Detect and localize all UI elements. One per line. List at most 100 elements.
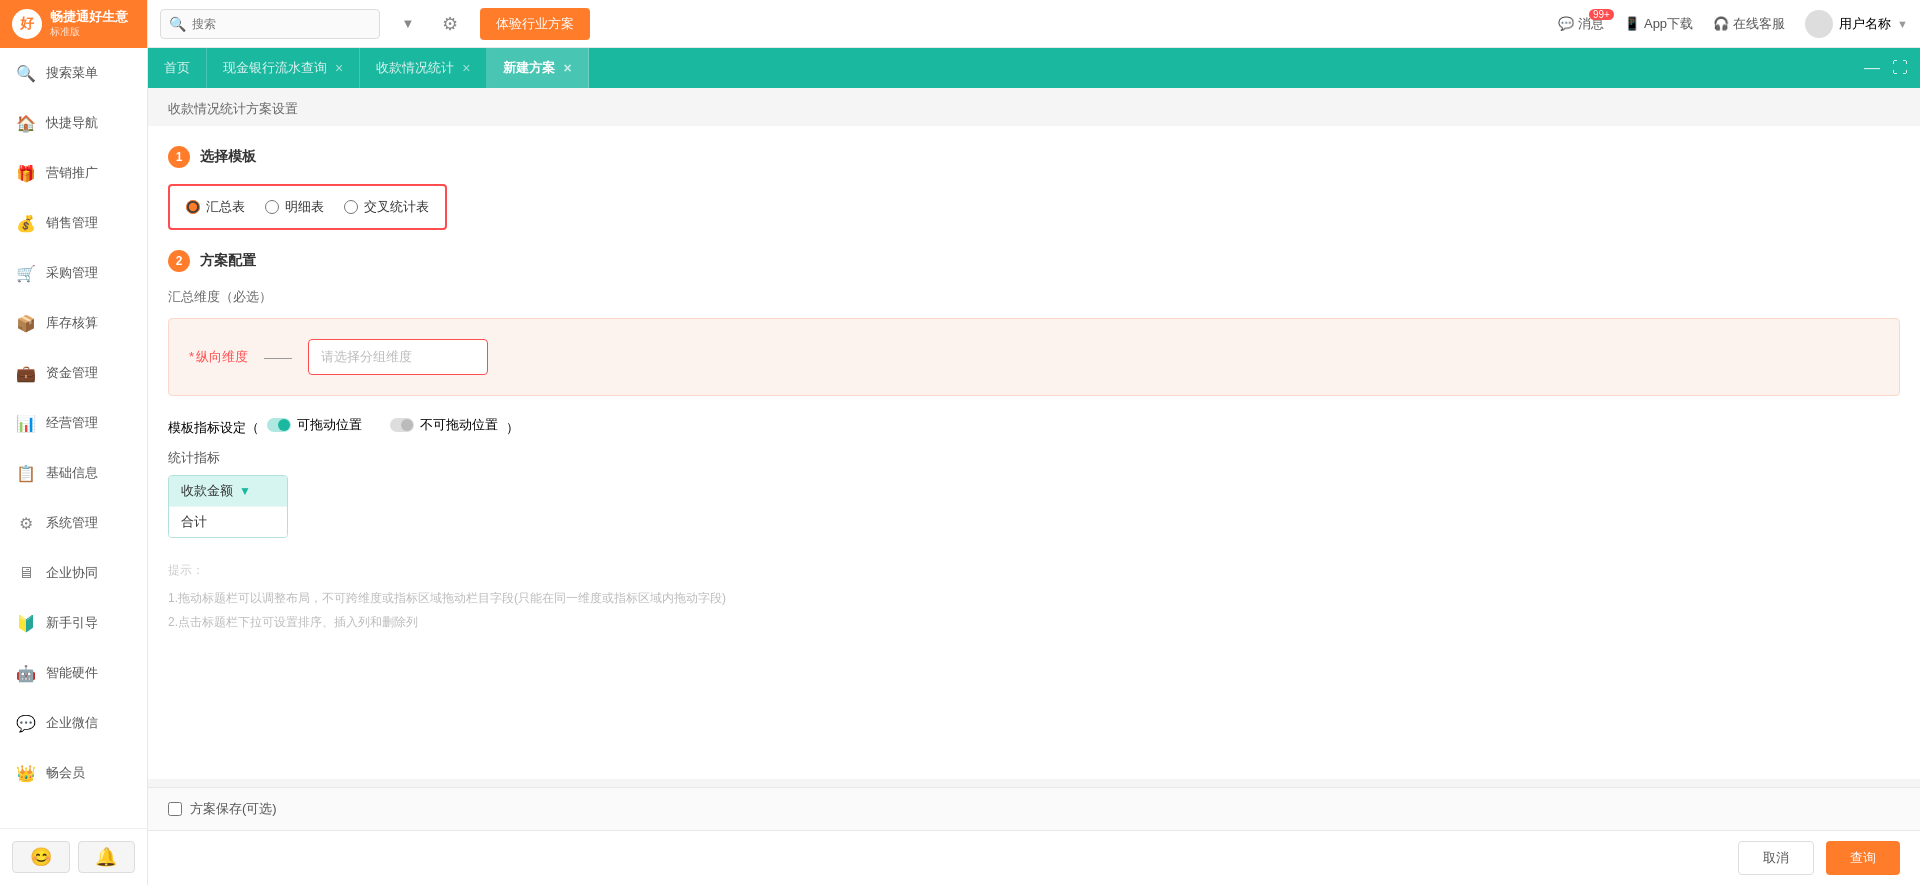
main-area: 🔍 ▼ ⚙ 体验行业方案 💬 消息 99+ 📱 App下载 🎧 在线客服 用户名… [148,0,1920,885]
user-menu[interactable]: 用户名称 ▼ [1805,10,1908,38]
tab-bank-flow-label: 现金银行流水查询 [223,59,327,77]
tab-minimize-icon[interactable]: — [1864,59,1880,77]
sidebar-item-finance[interactable]: 💼 资金管理 [0,348,147,398]
online-service-btn[interactable]: 🎧 在线客服 [1713,15,1785,33]
sidebar-item-label: 资金管理 [46,364,98,382]
breadcrumb: 收款情况统计方案设置 [168,101,298,116]
user-dropdown-icon: ▼ [1897,18,1908,30]
hint-item-2: 2.点击标题栏下拉可设置排序、插入列和删除列 [168,610,1900,634]
radio-summary-input[interactable] [186,200,200,214]
topbar: 🔍 ▼ ⚙ 体验行业方案 💬 消息 99+ 📱 App下载 🎧 在线客服 用户名… [148,0,1920,48]
tab-home[interactable]: 首页 [148,48,207,88]
sidebar-item-system[interactable]: ⚙ 系统管理 [0,498,147,548]
radio-cross-input[interactable] [344,200,358,214]
query-button[interactable]: 查询 [1826,841,1900,875]
tab-maximize-icon[interactable]: ⛶ [1892,59,1908,77]
finance-icon: 💼 [16,363,36,383]
sidebar-item-search-menu[interactable]: 🔍 搜索菜单 [0,48,147,98]
dimension-picker-text: 请选择分组维度 [321,348,412,366]
section2-header: 2 方案配置 [168,250,1900,272]
tab-collection-stat[interactable]: 收款情况统计 × [360,48,487,88]
section1-title: 选择模板 [200,148,256,166]
search-icon: 🔍 [169,16,186,32]
marketing-icon: 🎁 [16,163,36,183]
radio-summary[interactable]: 汇总表 [186,198,245,216]
basic-icon: 📋 [16,463,36,483]
radio-cross[interactable]: 交叉统计表 [344,198,429,216]
search-box[interactable]: 🔍 [160,9,380,39]
logo-text-block: 畅捷通好生意 标准版 [50,9,128,40]
enterprise-icon: 🖥 [16,563,36,583]
radio-cross-label: 交叉统计表 [364,198,429,216]
metrics-col-header[interactable]: 收款金额 ▼ [169,476,287,506]
sidebar-item-label: 智能硬件 [46,664,98,682]
template-selector: 汇总表 明细表 交叉统计表 [168,184,447,230]
metrics-label: 统计指标 [168,449,1900,467]
sidebar-item-label: 搜索菜单 [46,64,98,82]
sidebar-item-operation[interactable]: 📊 经营管理 [0,398,147,448]
sidebar-item-wechat[interactable]: 💬 企业微信 [0,698,147,748]
sidebar-item-inventory[interactable]: 📦 库存核算 [0,298,147,348]
inventory-icon: 📦 [16,313,36,333]
form-area: 1 选择模板 汇总表 明细表 [148,126,1920,779]
smart-hw-icon: 🤖 [16,663,36,683]
tab-bank-flow-close[interactable]: × [335,60,343,76]
dimension-picker[interactable]: 请选择分组维度 [308,339,488,375]
message-icon: 💬 [1558,16,1574,31]
tab-bank-flow[interactable]: 现金银行流水查询 × [207,48,360,88]
hint-title: 提示： [168,558,1900,582]
sidebar-item-guide[interactable]: 🔰 新手引导 [0,598,147,648]
page-content: 收款情况统计方案设置 1 选择模板 汇总表 [148,88,1920,885]
sidebar-item-label: 企业协同 [46,564,98,582]
user-avatar [1805,10,1833,38]
action-bar: 取消 查询 [148,830,1920,885]
tab-new-plan-close[interactable]: × [563,60,571,76]
system-icon: ⚙ [16,513,36,533]
settings-icon[interactable]: ⚙ [436,10,464,38]
app-download-icon: 📱 [1624,16,1640,31]
sidebar-bottom-btn1[interactable]: 😊 [12,841,70,873]
tab-collection-stat-close[interactable]: × [462,60,470,76]
sidebar-item-sales[interactable]: 💰 销售管理 [0,198,147,248]
tab-home-label: 首页 [164,59,190,77]
user-name: 用户名称 [1839,15,1891,33]
tabs-bar: 首页 现金银行流水查询 × 收款情况统计 × 新建方案 × — ⛶ [148,48,1920,88]
sales-icon: 💰 [16,213,36,233]
draggable-toggle-icon [267,418,291,432]
tab-new-plan[interactable]: 新建方案 × [487,48,588,88]
sidebar-item-label: 采购管理 [46,264,98,282]
tab-new-plan-label: 新建方案 [503,59,555,77]
sidebar-item-quick-nav[interactable]: 🏠 快捷导航 [0,98,147,148]
cancel-button[interactable]: 取消 [1738,841,1814,875]
guide-icon: 🔰 [16,613,36,633]
section2-title: 方案配置 [200,252,256,270]
fixed-toggle-icon [390,418,414,432]
radio-detail[interactable]: 明细表 [265,198,324,216]
app-download-btn[interactable]: 📱 App下载 [1624,15,1693,33]
sidebar-item-basic[interactable]: 📋 基础信息 [0,448,147,498]
metrics-table: 收款金额 ▼ 合计 [168,475,288,538]
search-input[interactable] [192,17,371,31]
sidebar: 好 畅捷通好生意 标准版 🔍 搜索菜单 🏠 快捷导航 🎁 营销推广 💰 销售管理… [0,0,148,885]
sidebar-item-enterprise[interactable]: 🖥 企业协同 [0,548,147,598]
industry-btn[interactable]: 体验行业方案 [480,8,590,40]
wechat-icon: 💬 [16,713,36,733]
section-template: 1 选择模板 汇总表 明细表 [168,146,1900,230]
search-dropdown-icon[interactable]: ▼ [396,12,420,36]
message-btn[interactable]: 💬 消息 99+ [1558,15,1604,33]
sidebar-item-label: 经营管理 [46,414,98,432]
radio-detail-input[interactable] [265,200,279,214]
logo-title: 畅捷通好生意 [50,9,128,26]
operation-icon: 📊 [16,413,36,433]
metrics-col-dropdown-icon[interactable]: ▼ [239,484,251,498]
sidebar-item-member[interactable]: 👑 畅会员 [0,748,147,798]
logo-badge: 标准版 [50,25,128,39]
sidebar-bottom-btn2[interactable]: 🔔 [78,841,136,873]
sidebar-item-label: 畅会员 [46,764,85,782]
sidebar-item-marketing[interactable]: 🎁 营销推广 [0,148,147,198]
sidebar-item-smart-hw[interactable]: 🤖 智能硬件 [0,648,147,698]
save-checkbox[interactable] [168,802,182,816]
metrics-row-cell: 合计 [169,506,287,537]
dimension-arrow-icon: —— [264,349,292,365]
sidebar-item-purchase[interactable]: 🛒 采购管理 [0,248,147,298]
